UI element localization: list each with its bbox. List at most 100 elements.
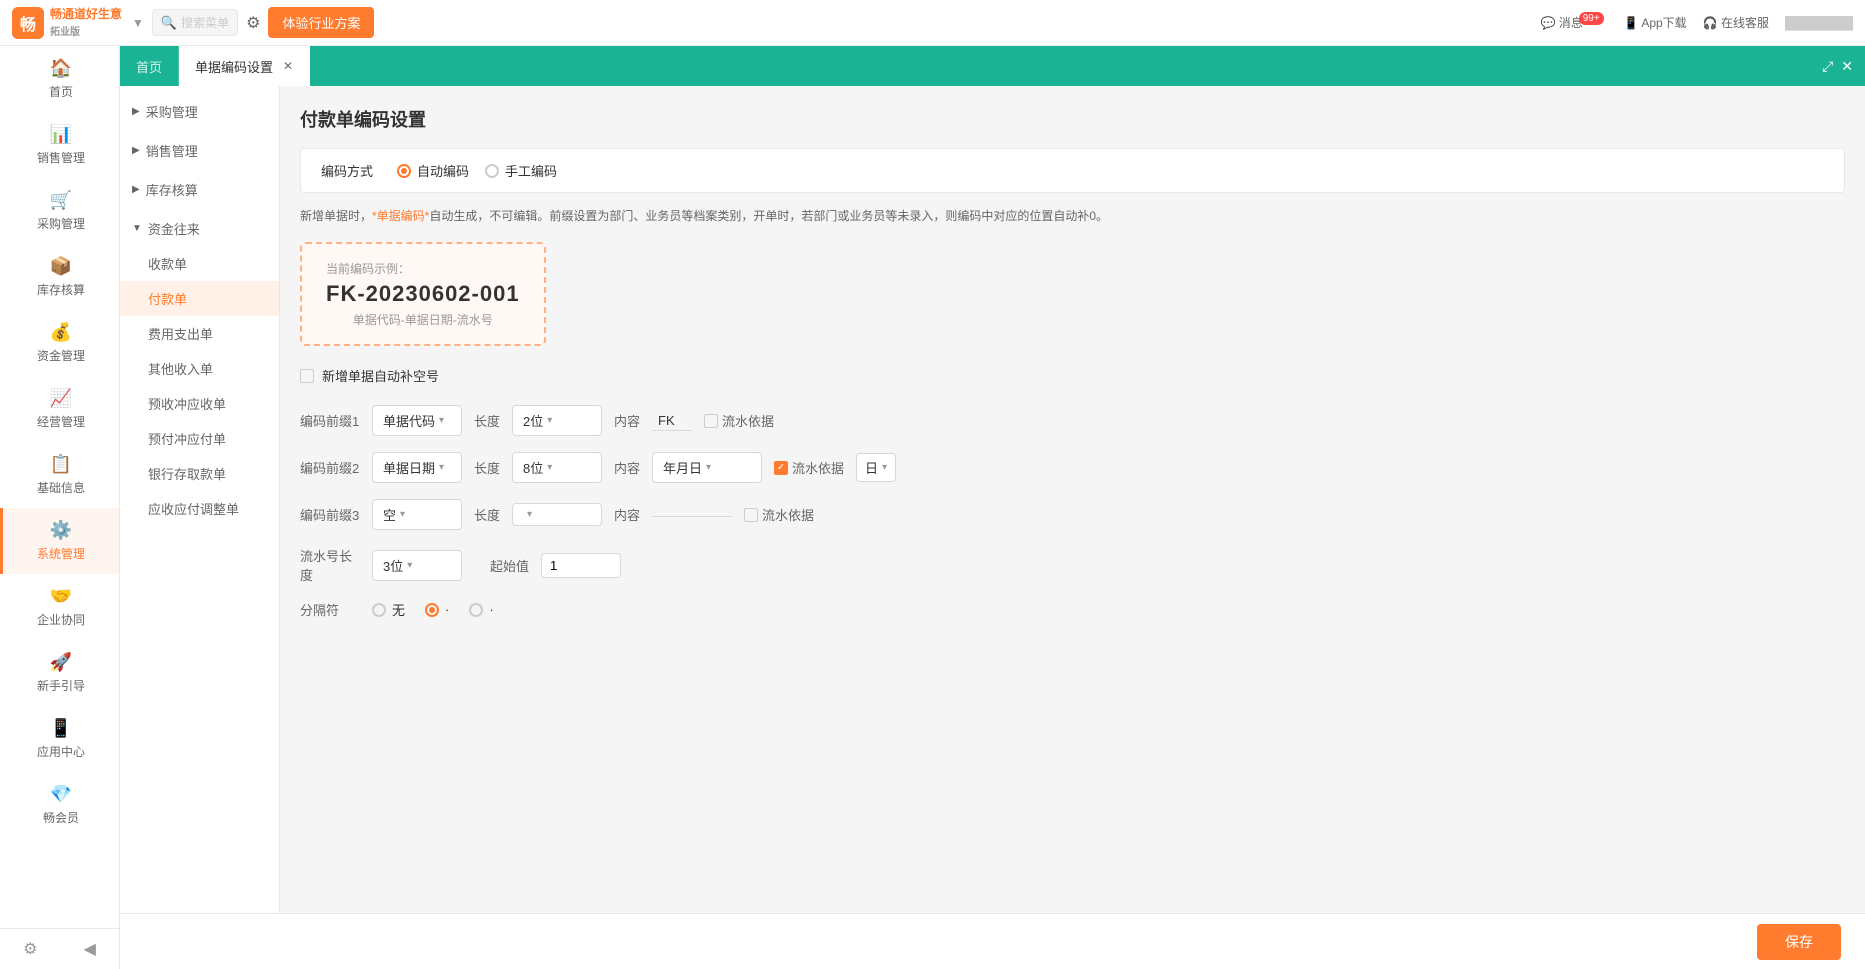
sub-item-bank[interactable]: 银行存取款单: [120, 456, 279, 491]
logo: 畅 畅通道好生意 拓业版: [12, 7, 132, 39]
sidebar-item-member[interactable]: 💎 畅会员: [0, 772, 119, 838]
save-button[interactable]: 保存: [1757, 924, 1841, 960]
serial1-checkbox[interactable]: [704, 414, 718, 428]
info-text: 新增单据时，*单据编码*自动生成，不可编辑。前缀设置为部门、业务员等档案类别，开…: [300, 207, 1845, 226]
management-icon: 📈: [50, 388, 72, 409]
tab-close-icon[interactable]: ✕: [283, 59, 293, 73]
tab-close-all-icon[interactable]: ✕: [1841, 58, 1853, 75]
settings-icon[interactable]: ⚙: [23, 939, 37, 959]
sep-none[interactable]: 无: [372, 600, 405, 619]
serial-length-value: 3位: [383, 556, 403, 575]
tab-home[interactable]: 首页: [120, 46, 179, 86]
search-icon: 🔍: [161, 15, 177, 31]
length1-value: 2位: [523, 411, 543, 430]
serial-length-row: 流水号长度 3位 ▾ 起始值: [300, 546, 1845, 584]
sidebar-item-finance[interactable]: 💰 资金管理: [0, 310, 119, 376]
prefix1-value: 单据代码: [383, 411, 435, 430]
radio-manual[interactable]: 手工编码: [485, 161, 557, 180]
chevron-right-icon2: ▶: [132, 145, 140, 156]
service-link[interactable]: 🎧 在线客服: [1703, 14, 1769, 31]
tab-expand-icon[interactable]: ⤢: [1822, 58, 1833, 75]
sidebar-item-purchase[interactable]: 🛒 采购管理: [0, 178, 119, 244]
sidebar-label-guide: 新手引导: [37, 677, 85, 694]
radio-auto[interactable]: 自动编码: [397, 161, 469, 180]
message-badge: 99+: [1579, 12, 1604, 25]
sep-dot2[interactable]: ·: [469, 602, 493, 617]
day-select[interactable]: 日 ▾: [856, 453, 896, 482]
sub-item-expense[interactable]: 费用支出单: [120, 316, 279, 351]
prefix3-select[interactable]: 空 ▾: [372, 499, 462, 530]
content2-select[interactable]: 年月日 ▾: [652, 452, 762, 483]
search-box: 🔍 搜索菜单: [152, 9, 238, 36]
sidebar-item-home[interactable]: 🏠 首页: [0, 46, 119, 112]
sidebar-label-inventory: 库存核算: [37, 281, 85, 298]
sub-item-adjust[interactable]: 应收应付调整单: [120, 491, 279, 526]
collapse-icon[interactable]: ◀: [84, 939, 96, 959]
gear-icon[interactable]: ⚙: [246, 13, 260, 33]
sidebar-bottom: ⚙ ◀: [0, 928, 119, 969]
sep-dot1[interactable]: ·: [425, 602, 449, 617]
download-link[interactable]: 📱 App下载: [1624, 14, 1687, 31]
encoding-method-box: 编码方式 自动编码 手工编码: [300, 148, 1845, 193]
sidebar-item-enterprise[interactable]: 🤝 企业协同: [0, 574, 119, 640]
serial-length-select[interactable]: 3位 ▾: [372, 550, 462, 581]
serial3-label: 流水依据: [744, 505, 814, 524]
sidebar-item-apps[interactable]: 📱 应用中心: [0, 706, 119, 772]
prefix1-select[interactable]: 单据代码 ▾: [372, 405, 462, 436]
sidebar-item-guide[interactable]: 🚀 新手引导: [0, 640, 119, 706]
service-label: 在线客服: [1721, 16, 1769, 30]
start-value-input[interactable]: [541, 553, 621, 578]
solution-button[interactable]: 体验行业方案: [268, 7, 374, 38]
serial1-text: 流水依据: [722, 411, 774, 430]
sub-group-inventory-title[interactable]: ▶ 库存核算: [120, 172, 279, 207]
sub-group-sales: ▶ 销售管理: [120, 133, 279, 168]
serial2-checkbox[interactable]: ✓: [774, 461, 788, 475]
sidebar-item-inventory[interactable]: 📦 库存核算: [0, 244, 119, 310]
sidebar-item-sales[interactable]: 📊 销售管理: [0, 112, 119, 178]
sidebar-label-purchase: 采购管理: [37, 215, 85, 232]
top-bar-center: ▼ 🔍 搜索菜单 ⚙ 体验行业方案: [132, 7, 1540, 38]
auto-fill-checkbox[interactable]: [300, 369, 314, 383]
sub-item-receipt[interactable]: 收款单: [120, 246, 279, 281]
sidebar-label-apps: 应用中心: [37, 743, 85, 760]
preview-desc: 单据代码-单据日期-流水号: [326, 311, 520, 328]
serial3-checkbox[interactable]: [744, 508, 758, 522]
length1-select[interactable]: 2位 ▾: [512, 405, 602, 436]
tab-encoding-label: 单据编码设置: [195, 57, 273, 76]
nav-arrow[interactable]: ▼: [132, 16, 144, 30]
sub-group-finance-title[interactable]: ▼ 资金往来: [120, 211, 279, 246]
sidebar-label-home: 首页: [49, 83, 73, 100]
sub-group-sales-title[interactable]: ▶ 销售管理: [120, 133, 279, 168]
sub-sidebar: ▶ 采购管理 ▶ 销售管理 ▶ 库存核算 ▼ 资金往来 收款单 付款单 费用支出…: [120, 86, 280, 969]
sidebar-item-system[interactable]: ⚙️ 系统管理: [0, 508, 119, 574]
user-avatar[interactable]: ████████: [1785, 16, 1853, 30]
sidebar-label-system: 系统管理: [37, 545, 85, 562]
prefix3-value: 空: [383, 505, 396, 524]
sidebar-item-management[interactable]: 📈 经营管理: [0, 376, 119, 442]
tab-encoding[interactable]: 单据编码设置 ✕: [179, 46, 310, 86]
length2-select[interactable]: 8位 ▾: [512, 452, 602, 483]
content2-label: 内容: [614, 458, 640, 477]
prefix2-select[interactable]: 单据日期 ▾: [372, 452, 462, 483]
top-bar: 畅 畅通道好生意 拓业版 ▼ 🔍 搜索菜单 ⚙ 体验行业方案 💬 消息99+ 📱…: [0, 0, 1865, 46]
sub-item-other-income[interactable]: 其他收入单: [120, 351, 279, 386]
enterprise-icon: 🤝: [50, 586, 72, 607]
length3-select[interactable]: ▾: [512, 503, 602, 526]
sub-group-purchase-title[interactable]: ▶ 采购管理: [120, 94, 279, 129]
sub-group-purchase-label: 采购管理: [146, 102, 198, 121]
search-placeholder: 搜索菜单: [181, 14, 229, 31]
prefix2-value: 单据日期: [383, 458, 435, 477]
day-value: 日: [865, 458, 878, 477]
sidebar-item-base[interactable]: 📋 基础信息: [0, 442, 119, 508]
length2-value: 8位: [523, 458, 543, 477]
prefix1-arrow: ▾: [439, 415, 444, 426]
sub-group-finance: ▼ 资金往来 收款单 付款单 费用支出单 其他收入单 预收冲应收单 预付冲应付单…: [120, 211, 279, 526]
preview-code: FK-20230602-001: [326, 281, 520, 307]
serial-length-label: 流水号长度: [300, 546, 360, 584]
message-link[interactable]: 💬 消息99+: [1540, 14, 1607, 31]
sub-item-payment[interactable]: 付款单: [120, 281, 279, 316]
sub-item-advance-pay[interactable]: 预付冲应付单: [120, 421, 279, 456]
serial-length-arrow: ▾: [407, 560, 412, 571]
sub-item-advance-receive[interactable]: 预收冲应收单: [120, 386, 279, 421]
length2-arrow: ▾: [547, 462, 552, 473]
